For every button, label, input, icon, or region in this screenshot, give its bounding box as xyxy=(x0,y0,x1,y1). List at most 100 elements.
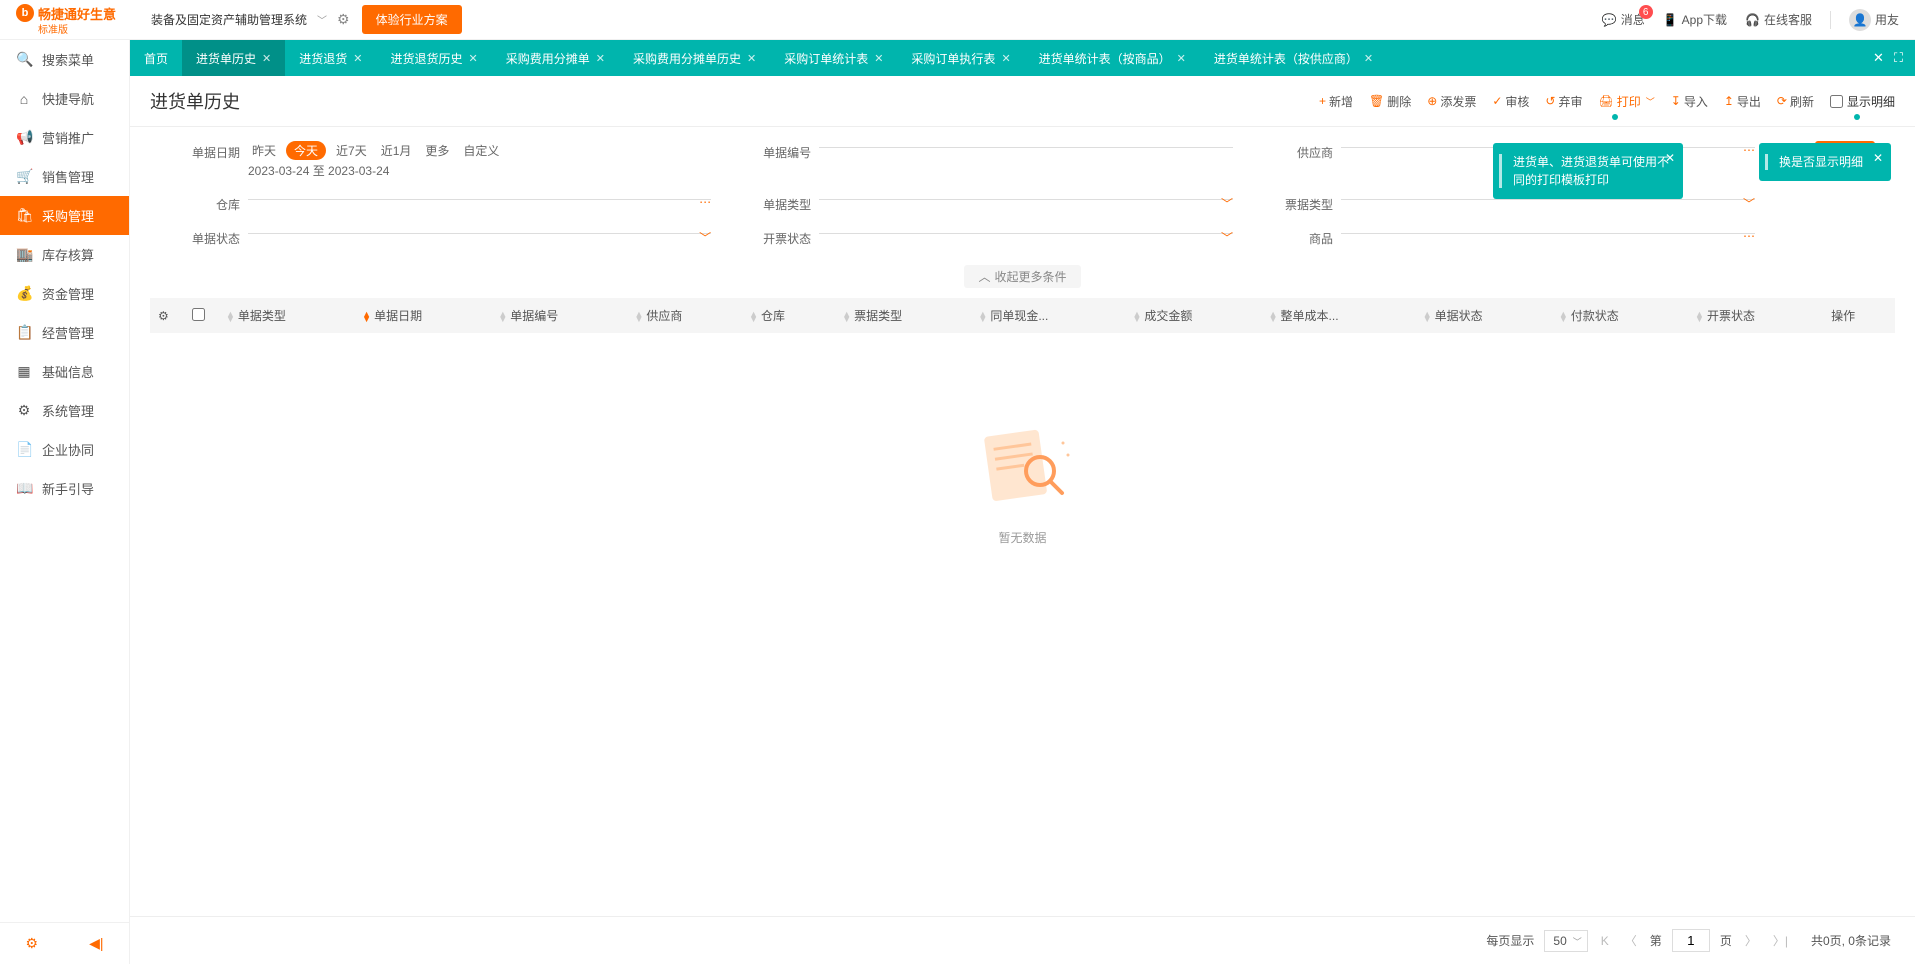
settings-icon[interactable]: ⚙ xyxy=(26,935,39,952)
select-all-checkbox[interactable] xyxy=(184,298,218,333)
page-input[interactable] xyxy=(1672,929,1710,952)
doc-type-select[interactable]: ﹀ xyxy=(819,193,1233,200)
column-header[interactable]: ▲▼单据类型 xyxy=(218,298,354,333)
close-icon[interactable]: ✕ xyxy=(262,52,271,65)
column-header[interactable]: 操作 xyxy=(1823,298,1895,333)
collapse-filter-button[interactable]: ︿收起更多条件 xyxy=(964,265,1080,288)
tab-8[interactable]: 进货单统计表（按商品）✕ xyxy=(1025,40,1200,76)
more-icon[interactable]: ⋯ xyxy=(1743,229,1755,243)
tab-6[interactable]: 采购订单统计表✕ xyxy=(770,40,897,76)
column-header[interactable]: ▲▼整单成本... xyxy=(1261,298,1415,333)
unaudit-button[interactable]: ↺弃审 xyxy=(1545,93,1582,110)
product-input[interactable]: ⋯ xyxy=(1341,227,1755,234)
tab-2[interactable]: 进货退货✕ xyxy=(285,40,376,76)
first-page-button[interactable]: K xyxy=(1598,934,1612,948)
table-settings-button[interactable]: ⚙ xyxy=(150,298,184,333)
sidebar-item-1[interactable]: ⌂快捷导航 xyxy=(0,79,129,118)
sort-icon[interactable]: ▲▼ xyxy=(978,312,987,322)
print-button[interactable]: 🖨打印﹀ xyxy=(1598,93,1654,110)
next-page-button[interactable]: 〉 xyxy=(1742,932,1760,949)
sort-icon[interactable]: ▲▼ xyxy=(1269,312,1278,322)
add-button[interactable]: +新增 xyxy=(1319,93,1353,110)
sort-icon[interactable]: ▲▼ xyxy=(362,312,371,322)
close-icon[interactable]: ✕ xyxy=(1364,52,1373,65)
column-header[interactable]: ▲▼票据类型 xyxy=(834,298,970,333)
more-icon[interactable]: ⋯ xyxy=(1743,143,1755,157)
close-icon[interactable]: ✕ xyxy=(353,52,362,65)
system-selector[interactable]: 装备及固定资产辅助管理系统 ﹀ ⚙ xyxy=(151,11,350,28)
tab-0[interactable]: 首页 xyxy=(130,40,182,76)
sort-icon[interactable]: ▲▼ xyxy=(1423,312,1432,322)
close-all-tabs-icon[interactable]: ✕ xyxy=(1873,50,1884,66)
app-download-button[interactable]: 📱 App下载 xyxy=(1663,11,1727,28)
message-button[interactable]: 💬 消息 6 xyxy=(1602,11,1645,28)
delete-button[interactable]: 🗑删除 xyxy=(1369,93,1411,110)
sidebar-item-10[interactable]: 📄企业协同 xyxy=(0,430,129,469)
prev-page-button[interactable]: 〈 xyxy=(1622,932,1640,949)
sidebar-item-0[interactable]: 🔍搜索菜单 xyxy=(0,40,129,79)
import-button[interactable]: ↧导入 xyxy=(1671,93,1708,110)
close-icon[interactable]: ✕ xyxy=(747,52,756,65)
sidebar-item-9[interactable]: ⚙系统管理 xyxy=(0,391,129,430)
user-menu[interactable]: 👤 用友 xyxy=(1849,9,1899,31)
experience-button[interactable]: 体验行业方案 xyxy=(362,5,462,34)
close-icon[interactable]: ✕ xyxy=(1001,52,1010,65)
more-icon[interactable]: ⋯ xyxy=(699,195,711,209)
tab-1[interactable]: 进货单历史✕ xyxy=(182,40,285,76)
date-tag-2[interactable]: 近7天 xyxy=(332,141,371,160)
sidebar-item-8[interactable]: ▦基础信息 xyxy=(0,352,129,391)
column-header[interactable]: ▲▼开票状态 xyxy=(1687,298,1823,333)
collapse-sidebar-icon[interactable]: ◀| xyxy=(89,935,103,952)
column-header[interactable]: ▲▼单据状态 xyxy=(1415,298,1551,333)
sidebar-item-2[interactable]: 📢营销推广 xyxy=(0,118,129,157)
doc-status-select[interactable]: ﹀ xyxy=(248,227,711,234)
sort-icon[interactable]: ▲▼ xyxy=(634,312,643,322)
date-tag-1[interactable]: 今天 xyxy=(286,141,326,160)
sidebar-item-6[interactable]: 💰资金管理 xyxy=(0,274,129,313)
column-header[interactable]: ▲▼成交金额 xyxy=(1124,298,1260,333)
tab-7[interactable]: 采购订单执行表✕ xyxy=(897,40,1024,76)
per-page-select[interactable]: 50﹀ xyxy=(1544,930,1587,952)
online-service-button[interactable]: 🎧 在线客服 xyxy=(1745,11,1812,28)
column-header[interactable]: ▲▼仓库 xyxy=(741,298,834,333)
tab-5[interactable]: 采购费用分摊单历史✕ xyxy=(619,40,770,76)
close-icon[interactable]: ✕ xyxy=(1873,149,1883,167)
warehouse-input[interactable]: ⋯ xyxy=(248,193,711,200)
close-icon[interactable]: ✕ xyxy=(1177,52,1186,65)
column-header[interactable]: ▲▼付款状态 xyxy=(1551,298,1687,333)
tab-3[interactable]: 进货退货历史✕ xyxy=(376,40,491,76)
sidebar-item-7[interactable]: 📋经营管理 xyxy=(0,313,129,352)
doc-no-input[interactable] xyxy=(819,141,1233,148)
date-tag-5[interactable]: 自定义 xyxy=(459,141,503,160)
sort-icon[interactable]: ▲▼ xyxy=(749,312,758,322)
sidebar-item-11[interactable]: 📖新手引导 xyxy=(0,469,129,508)
sort-icon[interactable]: ▲▼ xyxy=(1559,312,1568,322)
tab-4[interactable]: 采购费用分摊单✕ xyxy=(492,40,619,76)
sort-icon[interactable]: ▲▼ xyxy=(226,312,235,322)
gear-icon[interactable]: ⚙ xyxy=(337,11,350,28)
sidebar-item-4[interactable]: 🛍采购管理 xyxy=(0,196,129,235)
invoice-status-select[interactable]: ﹀ xyxy=(819,227,1233,234)
audit-button[interactable]: ✓审核 xyxy=(1492,93,1529,110)
close-icon[interactable]: ✕ xyxy=(596,52,605,65)
sort-icon[interactable]: ▲▼ xyxy=(1695,312,1704,322)
export-button[interactable]: ↥导出 xyxy=(1724,93,1761,110)
close-icon[interactable]: ✕ xyxy=(469,52,478,65)
sort-icon[interactable]: ▲▼ xyxy=(1132,312,1141,322)
column-header[interactable]: ▲▼单据日期 xyxy=(354,298,490,333)
column-header[interactable]: ▲▼单据编号 xyxy=(490,298,626,333)
close-icon[interactable]: ✕ xyxy=(874,52,883,65)
add-invoice-button[interactable]: ⊕添发票 xyxy=(1427,93,1476,110)
fullscreen-icon[interactable]: ⛶ xyxy=(1894,50,1903,66)
show-detail-checkbox[interactable]: 显示明细 xyxy=(1830,93,1895,110)
column-header[interactable]: ▲▼同单现金... xyxy=(970,298,1124,333)
date-tag-4[interactable]: 更多 xyxy=(421,141,453,160)
date-tag-0[interactable]: 昨天 xyxy=(248,141,280,160)
close-icon[interactable]: ✕ xyxy=(1665,149,1675,167)
sidebar-item-3[interactable]: 🛒销售管理 xyxy=(0,157,129,196)
date-tag-3[interactable]: 近1月 xyxy=(377,141,416,160)
refresh-button[interactable]: ⟳刷新 xyxy=(1777,93,1814,110)
last-page-button[interactable]: 〉| xyxy=(1770,932,1791,949)
sidebar-item-5[interactable]: 🏬库存核算 xyxy=(0,235,129,274)
tab-9[interactable]: 进货单统计表（按供应商）✕ xyxy=(1200,40,1387,76)
